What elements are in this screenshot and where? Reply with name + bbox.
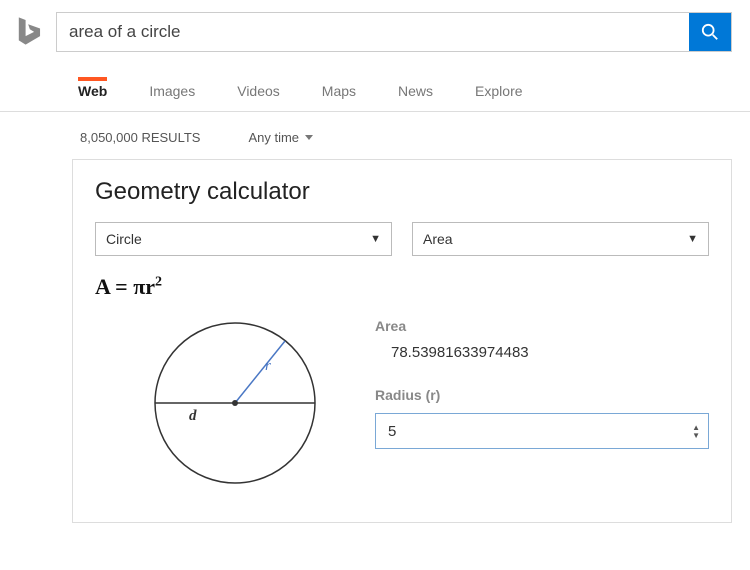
search-icon (701, 23, 719, 41)
search-box (56, 12, 732, 52)
radius-label-icon: r (265, 358, 271, 374)
radius-input-container: ▲ ▼ (375, 413, 709, 449)
property-select[interactable]: Area ▼ (412, 222, 709, 256)
tab-explore[interactable]: Explore (475, 77, 522, 111)
bing-logo-icon (12, 14, 46, 48)
tabs-bar: Web Images Videos Maps News Explore (0, 52, 750, 112)
tab-maps[interactable]: Maps (322, 77, 356, 111)
tab-web[interactable]: Web (78, 77, 107, 111)
circle-diagram: r d (125, 308, 345, 498)
shape-select-value: Circle (106, 231, 142, 247)
card-title: Geometry calculator (95, 178, 709, 206)
chevron-down-icon (305, 135, 313, 140)
chevron-down-icon: ▼ (692, 432, 700, 439)
area-label: Area (375, 318, 709, 334)
radius-label: Radius (r) (375, 387, 709, 403)
time-filter-dropdown[interactable]: Any time (248, 130, 313, 145)
tab-videos[interactable]: Videos (237, 77, 280, 111)
chevron-down-icon: ▼ (687, 233, 698, 245)
radius-input[interactable] (388, 423, 692, 440)
formula-display: A = πr2 (95, 274, 709, 300)
tab-images[interactable]: Images (149, 77, 195, 111)
search-button[interactable] (689, 13, 731, 51)
search-input[interactable] (57, 13, 689, 51)
tab-news[interactable]: News (398, 77, 433, 111)
area-value: 78.53981633974483 (391, 344, 709, 361)
results-count: 8,050,000 RESULTS (80, 130, 200, 145)
results-meta: 8,050,000 RESULTS Any time (0, 112, 750, 159)
geometry-calculator-card: Geometry calculator Circle ▼ Area ▼ A = … (72, 159, 732, 523)
shape-select[interactable]: Circle ▼ (95, 222, 392, 256)
property-select-value: Area (423, 231, 453, 247)
chevron-down-icon: ▼ (370, 233, 381, 245)
time-filter-label: Any time (248, 130, 299, 145)
quantity-stepper[interactable]: ▲ ▼ (692, 424, 700, 439)
chevron-up-icon: ▲ (692, 424, 700, 431)
diameter-label-icon: d (189, 408, 197, 424)
